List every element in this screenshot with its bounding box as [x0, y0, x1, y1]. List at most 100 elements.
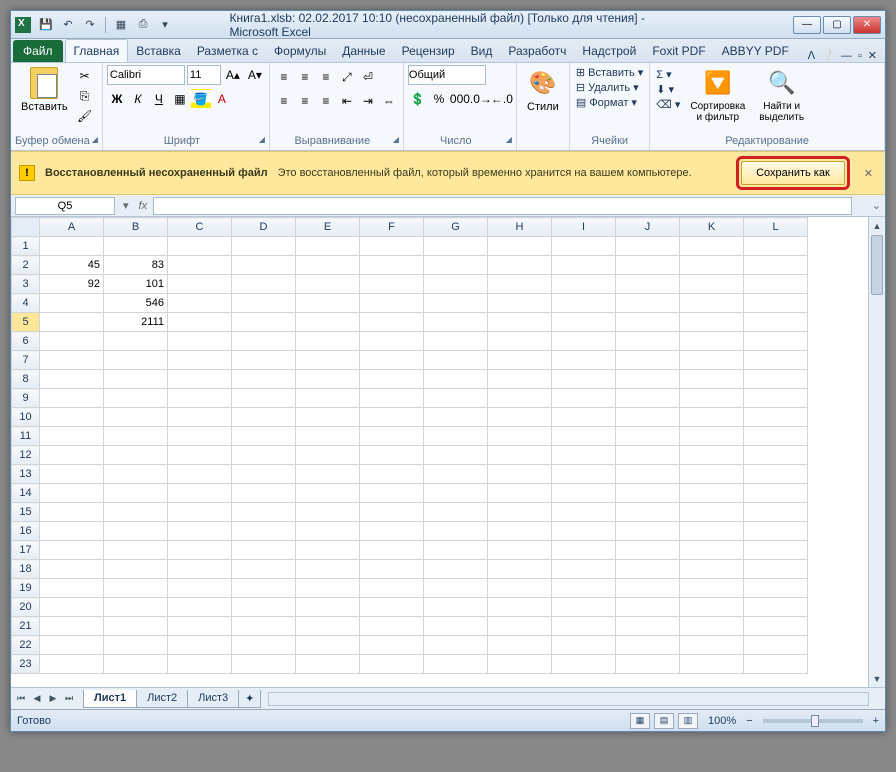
undo-icon[interactable]: ↶ [59, 16, 77, 34]
sheet-tab-3[interactable]: Лист3 [187, 690, 239, 708]
cell[interactable] [744, 598, 808, 617]
cell[interactable] [360, 237, 424, 256]
cell[interactable] [424, 484, 488, 503]
cell[interactable] [616, 446, 680, 465]
cell[interactable] [680, 560, 744, 579]
cell[interactable] [296, 522, 360, 541]
cell[interactable] [168, 579, 232, 598]
row-header[interactable]: 22 [12, 636, 40, 655]
cell[interactable] [616, 351, 680, 370]
cell[interactable] [552, 484, 616, 503]
doc-close-icon[interactable]: ✕ [868, 49, 877, 62]
cell[interactable] [680, 313, 744, 332]
cell[interactable] [232, 522, 296, 541]
cell[interactable] [616, 389, 680, 408]
cell[interactable] [680, 332, 744, 351]
cell[interactable] [104, 351, 168, 370]
cell[interactable] [552, 617, 616, 636]
cell[interactable] [232, 655, 296, 674]
cell[interactable] [616, 275, 680, 294]
cell[interactable] [232, 617, 296, 636]
cell[interactable] [232, 370, 296, 389]
cell[interactable] [360, 275, 424, 294]
cell[interactable] [296, 332, 360, 351]
cell[interactable] [744, 579, 808, 598]
column-header[interactable]: H [488, 218, 552, 237]
row-header[interactable]: 1 [12, 237, 40, 256]
namebox-dropdown-icon[interactable]: ▾ [119, 199, 133, 212]
vertical-scrollbar[interactable]: ▲ ▼ [868, 217, 885, 687]
cell[interactable] [616, 332, 680, 351]
cell[interactable] [488, 370, 552, 389]
cell[interactable] [232, 636, 296, 655]
cell[interactable] [616, 256, 680, 275]
cell[interactable] [40, 370, 104, 389]
message-close-icon[interactable]: ✕ [860, 167, 877, 180]
cell[interactable] [40, 313, 104, 332]
cell[interactable] [296, 237, 360, 256]
row-header[interactable]: 3 [12, 275, 40, 294]
cell[interactable] [488, 541, 552, 560]
decrease-decimal-icon[interactable]: ←.0 [492, 89, 512, 109]
row-header[interactable]: 14 [12, 484, 40, 503]
horizontal-scrollbar[interactable] [268, 692, 869, 706]
cell[interactable] [424, 427, 488, 446]
dialog-launcher-icon[interactable]: ◢ [92, 135, 98, 144]
cell[interactable] [168, 522, 232, 541]
cell[interactable] [40, 237, 104, 256]
align-center-icon[interactable]: ≡ [295, 91, 315, 111]
cell[interactable] [424, 294, 488, 313]
zoom-thumb[interactable] [811, 715, 819, 727]
row-header[interactable]: 11 [12, 427, 40, 446]
cell[interactable] [616, 579, 680, 598]
cell[interactable] [744, 446, 808, 465]
cell[interactable] [296, 560, 360, 579]
cell[interactable] [616, 655, 680, 674]
name-box[interactable] [15, 197, 115, 215]
tab-view[interactable]: Вид [463, 40, 501, 62]
cell[interactable] [488, 427, 552, 446]
new-sheet-button[interactable]: ✦ [238, 690, 261, 708]
cell[interactable] [744, 256, 808, 275]
cell[interactable] [744, 294, 808, 313]
cell[interactable] [104, 465, 168, 484]
cell[interactable] [168, 313, 232, 332]
cell[interactable] [296, 294, 360, 313]
cell[interactable] [552, 427, 616, 446]
cell[interactable] [744, 427, 808, 446]
normal-view-icon[interactable]: ▦ [630, 713, 650, 729]
cell[interactable] [168, 294, 232, 313]
cell[interactable] [104, 408, 168, 427]
row-header[interactable]: 13 [12, 465, 40, 484]
cell[interactable] [360, 332, 424, 351]
cell[interactable] [296, 579, 360, 598]
cell[interactable] [488, 522, 552, 541]
cell[interactable] [616, 237, 680, 256]
cell[interactable] [424, 522, 488, 541]
close-button[interactable]: ✕ [853, 16, 881, 34]
align-left-icon[interactable]: ≡ [274, 91, 294, 111]
autosum-button[interactable]: Σ▾ [654, 67, 682, 82]
cell[interactable] [296, 598, 360, 617]
cell[interactable] [552, 351, 616, 370]
cell[interactable] [488, 560, 552, 579]
cell[interactable] [616, 313, 680, 332]
cell[interactable] [232, 275, 296, 294]
cell[interactable] [552, 313, 616, 332]
cell[interactable] [424, 617, 488, 636]
tab-formulas[interactable]: Формулы [266, 40, 334, 62]
page-layout-view-icon[interactable]: ▤ [654, 713, 674, 729]
cell[interactable] [360, 294, 424, 313]
cell[interactable] [104, 503, 168, 522]
cell[interactable] [488, 408, 552, 427]
cell[interactable] [552, 332, 616, 351]
cell[interactable] [104, 332, 168, 351]
tab-layout[interactable]: Разметка с [189, 40, 266, 62]
cell[interactable] [616, 484, 680, 503]
cell[interactable] [40, 332, 104, 351]
row-header[interactable]: 23 [12, 655, 40, 674]
tab-home[interactable]: Главная [65, 39, 129, 62]
cell[interactable] [680, 503, 744, 522]
cell[interactable] [232, 560, 296, 579]
cell[interactable] [488, 332, 552, 351]
